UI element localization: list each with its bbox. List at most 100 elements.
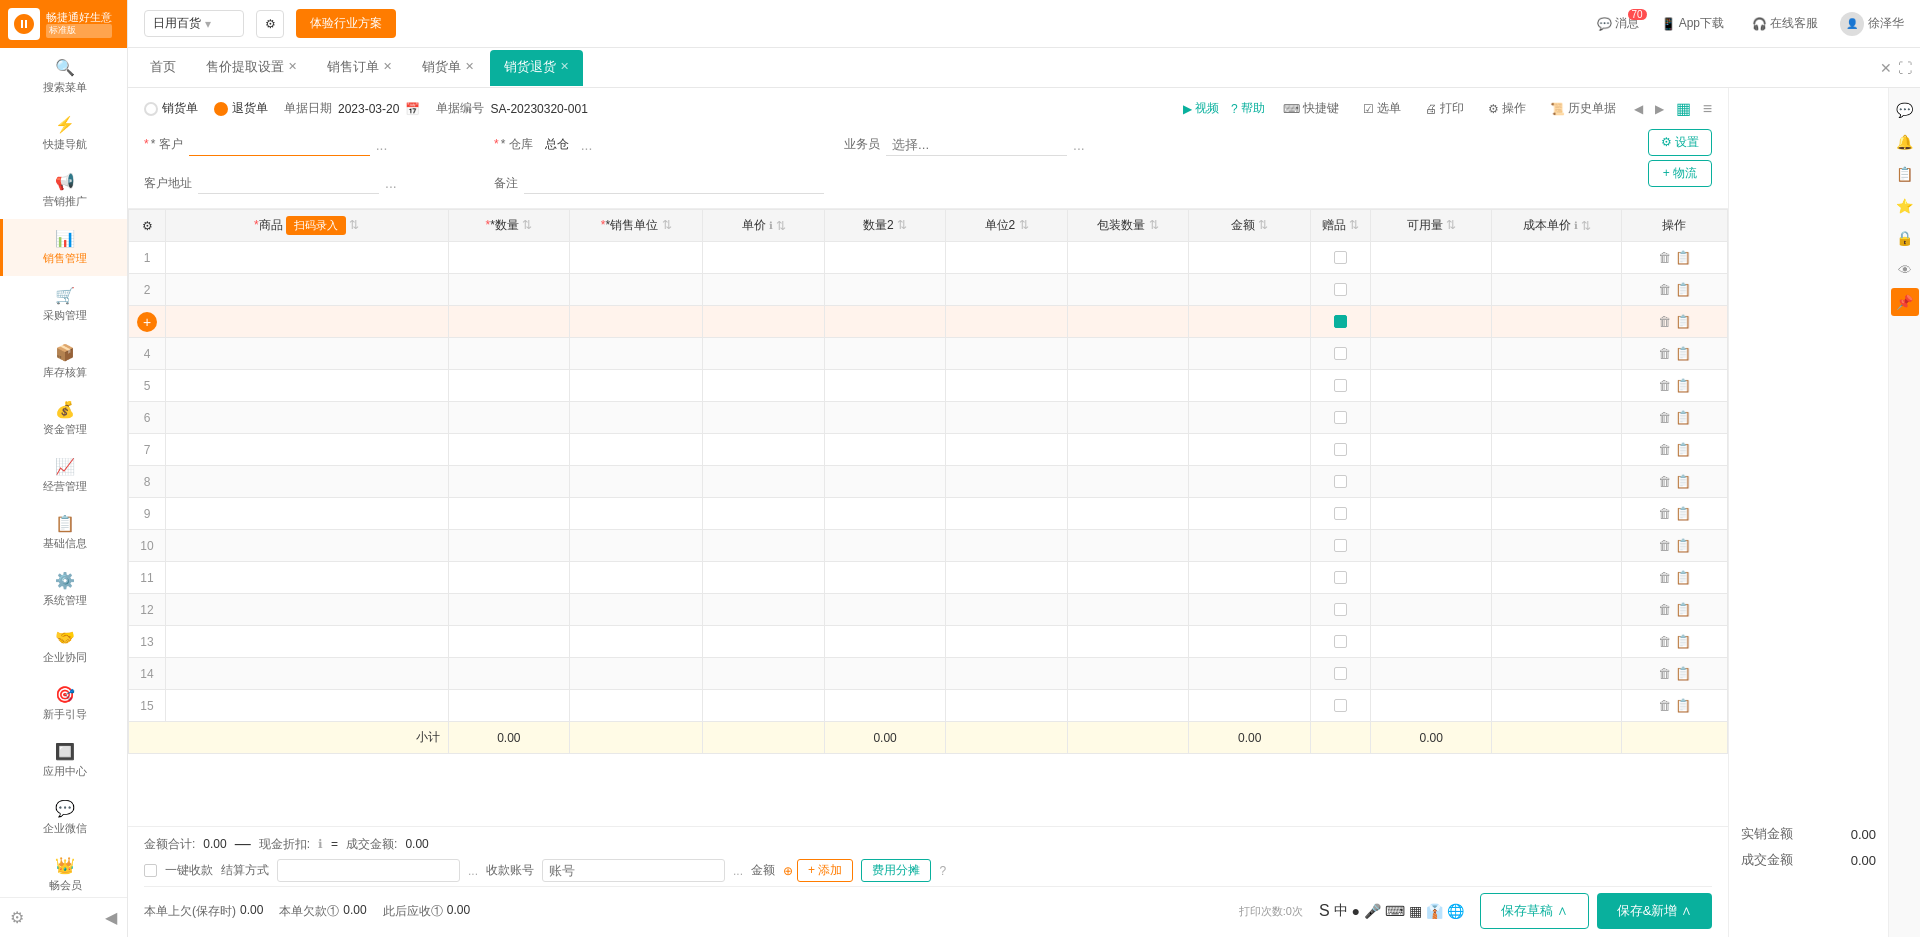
cell-amount-5[interactable]: [1189, 370, 1311, 402]
cell-unit2-8[interactable]: [946, 466, 1068, 498]
cell-cost-5[interactable]: [1492, 370, 1621, 402]
cell-amount-8[interactable]: [1189, 466, 1311, 498]
cell-unit-5[interactable]: [570, 370, 703, 402]
sidebar-item-marketing[interactable]: 📢 营销推广: [0, 162, 127, 219]
copy-icon-7[interactable]: 📋: [1675, 442, 1691, 457]
cell-qty-10[interactable]: [448, 530, 570, 562]
cell-cost-14[interactable]: [1492, 658, 1621, 690]
gift-checkbox-4[interactable]: [1334, 347, 1347, 360]
right-panel-icon-4[interactable]: ⭐: [1891, 192, 1919, 220]
cell-unit2-9[interactable]: [946, 498, 1068, 530]
cell-cost-8[interactable]: [1492, 466, 1621, 498]
customer-input[interactable]: [189, 134, 370, 156]
right-panel-icon-7[interactable]: 📌: [1891, 288, 1919, 316]
cell-packqty-15[interactable]: [1067, 690, 1189, 722]
cell-unit2-15[interactable]: [946, 690, 1068, 722]
cell-qty2-12[interactable]: [824, 594, 946, 626]
copy-icon-8[interactable]: 📋: [1675, 474, 1691, 489]
sidebar-item-search[interactable]: 🔍 搜索菜单: [0, 48, 127, 105]
cell-qty-14[interactable]: [448, 658, 570, 690]
cell-unit-3[interactable]: [570, 306, 703, 338]
bottom-tool-1[interactable]: 中: [1334, 902, 1348, 920]
cell-available-6[interactable]: [1370, 402, 1492, 434]
price-sort-icon[interactable]: ⇅: [776, 219, 786, 233]
th-settings[interactable]: ⚙: [129, 210, 166, 242]
cell-available-2[interactable]: [1370, 274, 1492, 306]
sidebar-item-operations[interactable]: 📈 经营管理: [0, 447, 127, 504]
tab-price-settings-close[interactable]: ✕: [288, 60, 297, 73]
sidebar-collapse-icon[interactable]: ◀: [105, 908, 117, 927]
right-panel-icon-3[interactable]: 📋: [1891, 160, 1919, 188]
cell-amount-15[interactable]: [1189, 690, 1311, 722]
prev-record-icon[interactable]: ◀: [1634, 102, 1643, 116]
cell-price-15[interactable]: [703, 690, 825, 722]
cell-qty-15[interactable]: [448, 690, 570, 722]
cell-gift-14[interactable]: [1310, 658, 1370, 690]
cell-price-2[interactable]: [703, 274, 825, 306]
remarks-input[interactable]: [524, 172, 824, 194]
cell-gift-7[interactable]: [1310, 434, 1370, 466]
cell-qty2-2[interactable]: [824, 274, 946, 306]
cell-cost-15[interactable]: [1492, 690, 1621, 722]
bottom-tool-7[interactable]: 🌐: [1447, 903, 1464, 919]
cell-unit2-13[interactable]: [946, 626, 1068, 658]
cell-gift-4[interactable]: [1310, 338, 1370, 370]
copy-icon-5[interactable]: 📋: [1675, 378, 1691, 393]
cell-gift-5[interactable]: [1310, 370, 1370, 402]
sidebar-item-inventory[interactable]: 📦 库存核算: [0, 333, 127, 390]
cell-qty2-9[interactable]: [824, 498, 946, 530]
cell-product-12[interactable]: [166, 594, 449, 626]
cell-qty-6[interactable]: [448, 402, 570, 434]
account-dots[interactable]: ...: [733, 864, 743, 878]
cell-available-3[interactable]: [1370, 306, 1492, 338]
cell-amount-10[interactable]: [1189, 530, 1311, 562]
bottom-tool-3[interactable]: 🎤: [1364, 903, 1381, 919]
cell-unit-14[interactable]: [570, 658, 703, 690]
cell-qty2-14[interactable]: [824, 658, 946, 690]
cell-cost-10[interactable]: [1492, 530, 1621, 562]
cell-product-6[interactable]: [166, 402, 449, 434]
cell-unit-12[interactable]: [570, 594, 703, 626]
cell-amount-14[interactable]: [1189, 658, 1311, 690]
tab-sales-order[interactable]: 销售订单 ✕: [313, 50, 406, 86]
copy-icon-2[interactable]: 📋: [1675, 282, 1691, 297]
tab-fullscreen-icon[interactable]: ⛶: [1898, 60, 1912, 76]
cell-product-7[interactable]: [166, 434, 449, 466]
sidebar-settings-icon[interactable]: ⚙: [10, 908, 24, 927]
delete-icon-3[interactable]: 🗑: [1658, 314, 1671, 329]
radio-sales[interactable]: 销货单: [144, 100, 198, 117]
sidebar-item-finance[interactable]: 💰 资金管理: [0, 390, 127, 447]
customer-dots[interactable]: ...: [376, 137, 388, 153]
sidebar-item-shortcut[interactable]: ⚡ 快捷导航: [0, 105, 127, 162]
action-operate[interactable]: ⚙ 操作: [1482, 98, 1532, 119]
delete-icon-12[interactable]: 🗑: [1658, 602, 1671, 617]
right-panel-icon-6[interactable]: 👁: [1891, 256, 1919, 284]
cell-unit2-14[interactable]: [946, 658, 1068, 690]
cell-packqty-10[interactable]: [1067, 530, 1189, 562]
cell-product-9[interactable]: [166, 498, 449, 530]
gift-checkbox-13[interactable]: [1334, 635, 1347, 648]
cell-available-4[interactable]: [1370, 338, 1492, 370]
user-menu[interactable]: 👤 徐泽华: [1840, 12, 1904, 36]
cell-price-3[interactable]: [703, 306, 825, 338]
cell-unit2-11[interactable]: [946, 562, 1068, 594]
cell-packqty-9[interactable]: [1067, 498, 1189, 530]
cell-unit-9[interactable]: [570, 498, 703, 530]
message-button[interactable]: 💬 消息 70: [1597, 15, 1639, 32]
settlement-method-input[interactable]: [277, 859, 460, 882]
customer-address-dots[interactable]: ...: [385, 175, 397, 191]
customer-address-input[interactable]: [198, 172, 379, 194]
delete-icon-10[interactable]: 🗑: [1658, 538, 1671, 553]
right-panel-icon-2[interactable]: 🔔: [1891, 128, 1919, 156]
cell-cost-4[interactable]: [1492, 338, 1621, 370]
copy-icon-14[interactable]: 📋: [1675, 666, 1691, 681]
price-info-icon[interactable]: ℹ: [769, 220, 773, 231]
cell-unit2-12[interactable]: [946, 594, 1068, 626]
cell-packqty-6[interactable]: [1067, 402, 1189, 434]
cell-qty-7[interactable]: [448, 434, 570, 466]
cell-product-10[interactable]: [166, 530, 449, 562]
cell-gift-6[interactable]: [1310, 402, 1370, 434]
cell-price-7[interactable]: [703, 434, 825, 466]
sidebar-item-new-guide[interactable]: 🎯 新手引导: [0, 675, 127, 732]
cell-available-8[interactable]: [1370, 466, 1492, 498]
